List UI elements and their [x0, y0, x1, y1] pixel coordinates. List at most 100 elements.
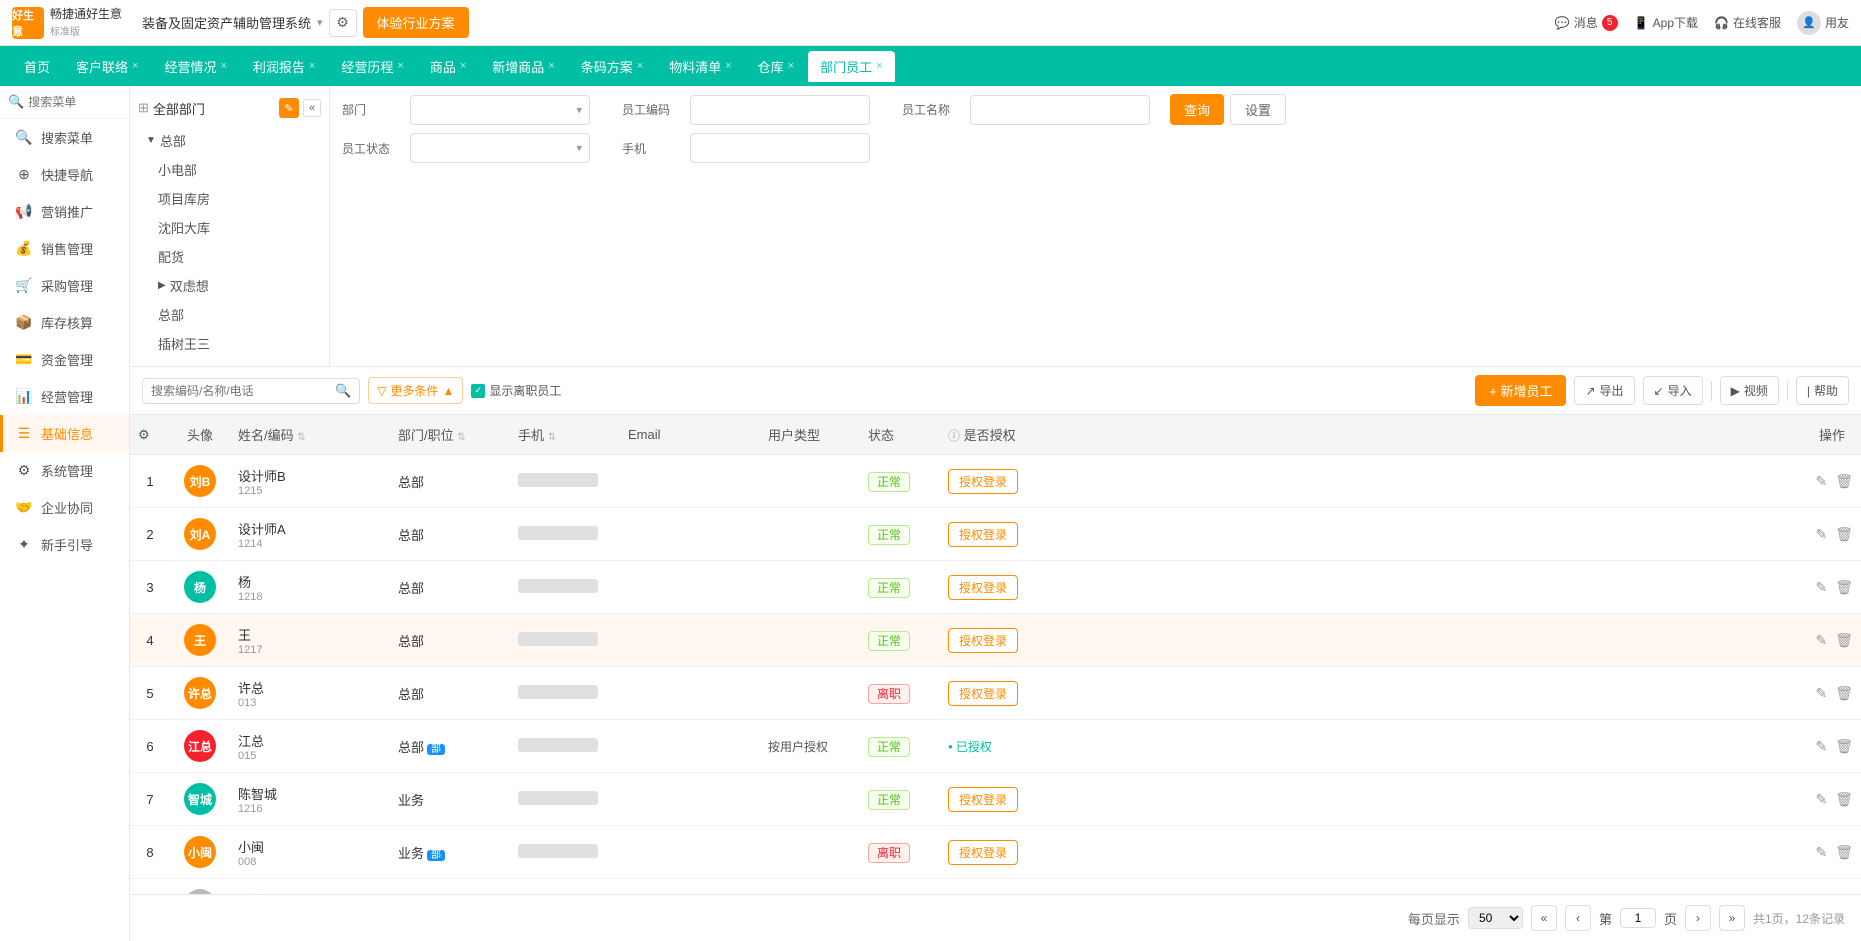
- online-service-item[interactable]: 🎧 在线客服: [1714, 14, 1781, 31]
- dept-tree-item[interactable]: 小电部: [130, 155, 329, 184]
- help-button[interactable]: | 帮助: [1796, 376, 1849, 405]
- dept-tree-item[interactable]: ▶ 双虑想: [130, 271, 329, 300]
- delete-button[interactable]: 🗑: [1835, 579, 1853, 596]
- auth-button[interactable]: 授权登录: [948, 840, 1018, 865]
- edit-button[interactable]: ✎: [1815, 738, 1827, 755]
- search-box[interactable]: 🔍: [142, 378, 360, 404]
- sidebar-item-finance[interactable]: 💳资金管理: [0, 341, 129, 378]
- col-settings[interactable]: ⚙: [130, 415, 170, 455]
- app-download-item[interactable]: 📱 App下载: [1634, 14, 1698, 31]
- close-tab-icon[interactable]: ×: [397, 60, 403, 72]
- nav-tab[interactable]: 商品×: [418, 51, 478, 82]
- nav-tab[interactable]: 客户联络×: [64, 51, 150, 82]
- import-button[interactable]: ↙ 导入: [1643, 376, 1703, 405]
- auth-button[interactable]: 授权登录: [948, 522, 1018, 547]
- sort-phone-icon[interactable]: ⇅: [548, 432, 556, 443]
- chevron-down-icon[interactable]: ▾: [317, 16, 323, 29]
- edit-button[interactable]: ✎: [1815, 526, 1827, 543]
- next-page-button[interactable]: ›: [1685, 905, 1711, 931]
- auth-button[interactable]: 授权登录: [948, 681, 1018, 706]
- edit-button[interactable]: ✎: [1815, 473, 1827, 490]
- close-tab-icon[interactable]: ×: [637, 60, 643, 72]
- emp-code-input[interactable]: [690, 95, 870, 125]
- dept-tree-item[interactable]: 插树王三: [130, 329, 329, 358]
- sidebar-item-sales[interactable]: 💰销售管理: [0, 230, 129, 267]
- edit-button[interactable]: ✎: [1815, 632, 1827, 649]
- dept-tree-item[interactable]: 沈阳大库: [130, 213, 329, 242]
- search-icon[interactable]: 🔍: [335, 383, 351, 399]
- sidebar-item-quicknav[interactable]: ⊕快捷导航: [0, 156, 129, 193]
- delete-button[interactable]: 🗑: [1835, 473, 1853, 490]
- reset-button[interactable]: 设置: [1230, 94, 1286, 125]
- delete-button[interactable]: 🗑: [1835, 844, 1853, 861]
- last-page-button[interactable]: »: [1719, 905, 1745, 931]
- close-tab-icon[interactable]: ×: [132, 60, 138, 72]
- nav-tab[interactable]: 仓库×: [746, 51, 806, 82]
- sidebar-item-system[interactable]: ⚙系统管理: [0, 452, 129, 489]
- auth-button[interactable]: 授权登录: [948, 575, 1018, 600]
- nav-tab[interactable]: 物料清单×: [657, 51, 743, 82]
- dept-tree-item[interactable]: 配货: [130, 242, 329, 271]
- delete-button[interactable]: 🗑: [1835, 526, 1853, 543]
- nav-tab[interactable]: 经营历程×: [329, 51, 415, 82]
- nav-tab[interactable]: 新增商品×: [480, 51, 566, 82]
- emp-status-select[interactable]: [410, 133, 590, 163]
- more-filter-button[interactable]: ▽ 更多条件 ▲: [368, 377, 463, 404]
- dept-tree-item[interactable]: ▼ 总部: [130, 126, 329, 155]
- close-tab-icon[interactable]: ×: [220, 60, 226, 72]
- sidebar-search-box[interactable]: 🔍: [0, 86, 129, 119]
- add-employee-button[interactable]: + 新增员工: [1475, 375, 1566, 406]
- auth-button[interactable]: 授权登录: [948, 628, 1018, 653]
- dept-tree-item[interactable]: 项目库房: [130, 184, 329, 213]
- search-input[interactable]: [151, 384, 331, 398]
- edit-button[interactable]: ✎: [1815, 791, 1827, 808]
- emp-name-input[interactable]: [970, 95, 1150, 125]
- dept-tree-item[interactable]: 总部: [130, 300, 329, 329]
- col-phone[interactable]: 手机 ⇅: [510, 415, 620, 455]
- sidebar-item-guide[interactable]: ✦新手引导: [0, 526, 129, 563]
- query-button[interactable]: 查询: [1170, 94, 1224, 125]
- delete-button[interactable]: 🗑: [1835, 685, 1853, 702]
- dept-collapse-button[interactable]: «: [303, 99, 321, 117]
- first-page-button[interactable]: «: [1531, 905, 1557, 931]
- sidebar-item-marketing[interactable]: 📢营销推广: [0, 193, 129, 230]
- per-page-select[interactable]: 50 100: [1468, 907, 1523, 929]
- col-dept[interactable]: 部门/职位 ⇅: [390, 415, 510, 455]
- sidebar-item-collab[interactable]: 🤝企业协同: [0, 489, 129, 526]
- nav-tab[interactable]: 首页: [12, 51, 62, 82]
- dept-edit-button[interactable]: ✎: [279, 98, 299, 118]
- sidebar-item-purchase[interactable]: 🛒采购管理: [0, 267, 129, 304]
- phone-input[interactable]: [690, 133, 870, 163]
- nav-tab[interactable]: 部门员工×: [808, 51, 894, 82]
- close-tab-icon[interactable]: ×: [788, 60, 794, 72]
- edit-button[interactable]: ✎: [1815, 685, 1827, 702]
- dept-select[interactable]: [410, 95, 590, 125]
- close-tab-icon[interactable]: ×: [548, 60, 554, 72]
- page-input[interactable]: [1620, 908, 1656, 928]
- close-tab-icon[interactable]: ×: [876, 60, 882, 72]
- close-tab-icon[interactable]: ×: [460, 60, 466, 72]
- sidebar-item-basic[interactable]: ☰基础信息: [0, 415, 129, 452]
- close-tab-icon[interactable]: ×: [725, 60, 731, 72]
- auth-button[interactable]: 授权登录: [948, 469, 1018, 494]
- sort-dept-icon[interactable]: ⇅: [457, 432, 465, 443]
- delete-button[interactable]: 🗑: [1835, 738, 1853, 755]
- show-leave-checkbox[interactable]: ✓ 显示离职员工: [471, 382, 561, 399]
- nav-tab[interactable]: 利润报告×: [241, 51, 327, 82]
- message-item[interactable]: 💬 消息 5: [1555, 14, 1618, 31]
- edit-button[interactable]: ✎: [1815, 844, 1827, 861]
- close-tab-icon[interactable]: ×: [309, 60, 315, 72]
- user-item[interactable]: 👤 用友: [1797, 11, 1849, 35]
- edit-button[interactable]: ✎: [1815, 579, 1827, 596]
- settings-button[interactable]: ⚙: [329, 9, 357, 37]
- prev-page-button[interactable]: ‹: [1565, 905, 1591, 931]
- auth-button[interactable]: 授权登录: [948, 787, 1018, 812]
- delete-button[interactable]: 🗑: [1835, 791, 1853, 808]
- view-button[interactable]: ▶ 视频: [1720, 376, 1779, 405]
- export-button[interactable]: ↗ 导出: [1574, 376, 1634, 405]
- sidebar-item-inventory[interactable]: 📦库存核算: [0, 304, 129, 341]
- nav-tab[interactable]: 条码方案×: [569, 51, 655, 82]
- trial-button[interactable]: 体验行业方案: [363, 7, 469, 38]
- sort-name-icon[interactable]: ⇅: [297, 432, 305, 443]
- sidebar-item-search[interactable]: 🔍搜索菜单: [0, 119, 129, 156]
